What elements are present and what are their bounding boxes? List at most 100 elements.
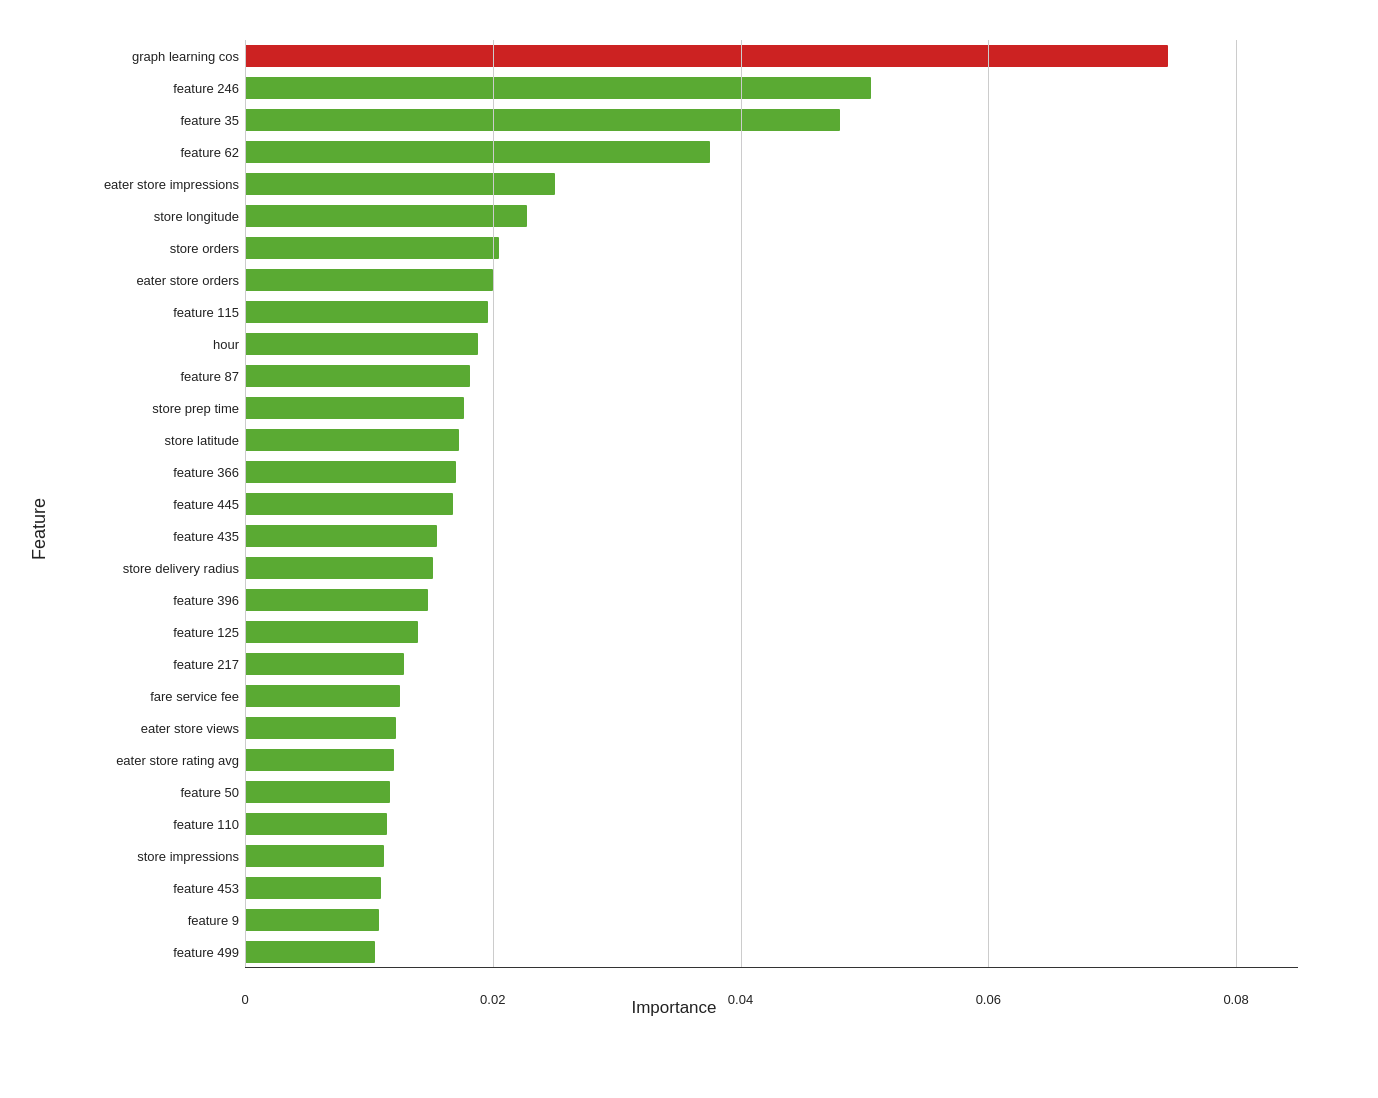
bar-label: store impressions (50, 849, 245, 864)
bar-label: feature 87 (50, 369, 245, 384)
bar-track (245, 333, 1298, 355)
bar-label: feature 445 (50, 497, 245, 512)
bar-label: feature 9 (50, 913, 245, 928)
bar-label: feature 396 (50, 593, 245, 608)
bar-label: feature 125 (50, 625, 245, 640)
bar-row: feature 396 (50, 584, 1298, 616)
bar-label: feature 246 (50, 81, 245, 96)
bar-label: feature 35 (50, 113, 245, 128)
bar-fill (245, 141, 710, 163)
bar-track (245, 877, 1298, 899)
bar-row: store orders (50, 232, 1298, 264)
bar-fill (245, 333, 478, 355)
bar-track (245, 941, 1298, 963)
chart-container: Feature graph learning cos feature 246 fea… (0, 0, 1378, 1098)
bar-track (245, 429, 1298, 451)
bar-fill (245, 877, 381, 899)
bar-fill (245, 781, 390, 803)
bar-row: feature 453 (50, 872, 1298, 904)
bar-fill (245, 269, 493, 291)
bar-rows: graph learning cos feature 246 feature 35 f… (50, 40, 1298, 1018)
bar-track (245, 493, 1298, 515)
y-axis-label: Feature (20, 40, 50, 1018)
bar-track (245, 813, 1298, 835)
bar-fill (245, 557, 433, 579)
bar-row: eater store rating avg (50, 744, 1298, 776)
bar-fill (245, 109, 840, 131)
bar-fill (245, 621, 418, 643)
bar-label: eater store orders (50, 273, 245, 288)
bar-row: feature 110 (50, 808, 1298, 840)
bar-label: feature 62 (50, 145, 245, 160)
bar-track (245, 301, 1298, 323)
bar-label: store longitude (50, 209, 245, 224)
bar-fill (245, 493, 453, 515)
bar-track (245, 461, 1298, 483)
bar-track (245, 205, 1298, 227)
bar-row: eater store orders (50, 264, 1298, 296)
bar-track (245, 685, 1298, 707)
bar-row: eater store impressions (50, 168, 1298, 200)
bar-label: hour (50, 337, 245, 352)
bar-fill (245, 941, 375, 963)
bar-row: store longitude (50, 200, 1298, 232)
bar-fill (245, 365, 470, 387)
bar-track (245, 77, 1298, 99)
bar-track (245, 717, 1298, 739)
chart-area: Feature graph learning cos feature 246 fea… (20, 40, 1298, 1018)
bar-fill (245, 45, 1168, 67)
bars-and-axes: graph learning cos feature 246 feature 35 f… (50, 40, 1298, 1018)
bar-track (245, 589, 1298, 611)
bar-label: store delivery radius (50, 561, 245, 576)
bar-row: store delivery radius (50, 552, 1298, 584)
bar-row: feature 445 (50, 488, 1298, 520)
bar-track (245, 397, 1298, 419)
bar-row: store latitude (50, 424, 1298, 456)
x-axis-title: Importance (50, 998, 1298, 1018)
bar-row: store prep time (50, 392, 1298, 424)
bar-row: feature 115 (50, 296, 1298, 328)
bar-track (245, 845, 1298, 867)
bar-row: feature 499 (50, 936, 1298, 968)
bar-track (245, 365, 1298, 387)
bar-fill (245, 173, 555, 195)
bar-row: feature 62 (50, 136, 1298, 168)
bar-fill (245, 685, 400, 707)
bar-row: graph learning cos (50, 40, 1298, 72)
bar-label: eater store views (50, 721, 245, 736)
bar-fill (245, 653, 404, 675)
bar-track (245, 45, 1298, 67)
bar-track (245, 173, 1298, 195)
bar-label: eater store rating avg (50, 753, 245, 768)
bar-fill (245, 749, 394, 771)
bar-row: store impressions (50, 840, 1298, 872)
bar-track (245, 525, 1298, 547)
bar-fill (245, 589, 428, 611)
bar-row: eater store views (50, 712, 1298, 744)
bar-fill (245, 397, 464, 419)
bar-track (245, 909, 1298, 931)
bar-row: fare service fee (50, 680, 1298, 712)
bar-track (245, 557, 1298, 579)
bar-row: feature 366 (50, 456, 1298, 488)
bar-label: store prep time (50, 401, 245, 416)
bar-label: eater store impressions (50, 177, 245, 192)
bar-track (245, 653, 1298, 675)
bar-track (245, 621, 1298, 643)
bar-row: feature 435 (50, 520, 1298, 552)
bar-fill (245, 717, 396, 739)
bar-track (245, 141, 1298, 163)
bar-fill (245, 301, 488, 323)
bar-label: store latitude (50, 433, 245, 448)
bar-fill (245, 845, 384, 867)
bar-fill (245, 461, 456, 483)
bar-label: feature 217 (50, 657, 245, 672)
bar-label: feature 50 (50, 785, 245, 800)
bar-track (245, 269, 1298, 291)
bar-label: feature 499 (50, 945, 245, 960)
bar-fill (245, 909, 379, 931)
bar-row: feature 9 (50, 904, 1298, 936)
bar-row: feature 246 (50, 72, 1298, 104)
bar-track (245, 237, 1298, 259)
bar-track (245, 109, 1298, 131)
